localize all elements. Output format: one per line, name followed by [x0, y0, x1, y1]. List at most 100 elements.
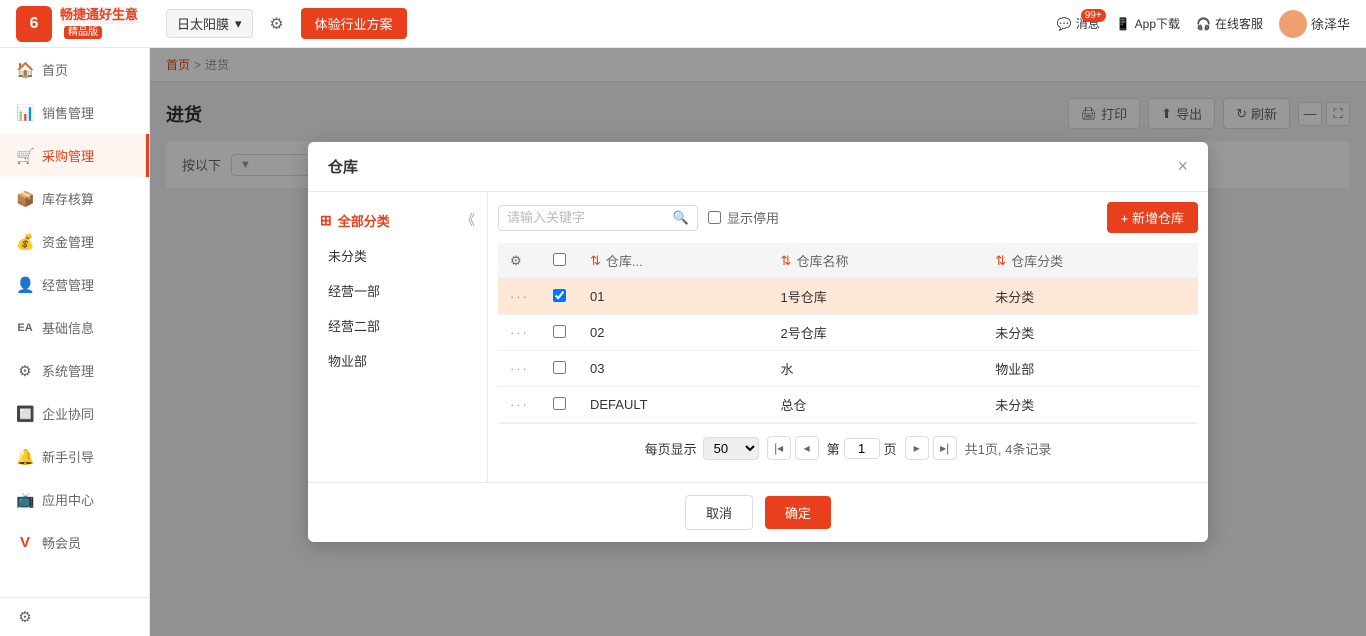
- sidebar-item-membership[interactable]: V 畅会员: [0, 521, 149, 564]
- logo-text: 畅捷通好生意 精品版: [60, 7, 138, 39]
- username: 徐泽华: [1311, 14, 1350, 33]
- next-page-button[interactable]: ▸: [905, 436, 929, 460]
- action-dots[interactable]: ···: [510, 361, 529, 376]
- search-box: 🔍: [498, 205, 698, 231]
- category-item-unclassified[interactable]: 未分类: [308, 238, 487, 273]
- category-item-operations2[interactable]: 经营二部: [308, 308, 487, 343]
- row-id: 01: [578, 279, 769, 315]
- app-download-button[interactable]: 📱 App下载: [1116, 15, 1180, 32]
- row-checkbox-cell: [541, 387, 578, 423]
- category-all-label: 全部分类: [338, 211, 390, 230]
- row-id: 02: [578, 315, 769, 351]
- dialog-header: 仓库 ×: [308, 142, 1208, 192]
- first-page-button[interactable]: |◂: [767, 436, 791, 460]
- category-item-operations1[interactable]: 经营一部: [308, 273, 487, 308]
- app-center-icon: 📺: [16, 491, 34, 509]
- online-service-button[interactable]: 🎧 在线客服: [1196, 15, 1263, 32]
- confirm-button[interactable]: 确定: [765, 496, 831, 529]
- row-id: 03: [578, 351, 769, 387]
- sort-name-icon: ⇅: [781, 253, 792, 269]
- sidebar-item-sales[interactable]: 📊 销售管理: [0, 91, 149, 134]
- row-action[interactable]: ···: [498, 315, 541, 351]
- prev-page-button[interactable]: ◂: [795, 436, 819, 460]
- row-id: DEFAULT: [578, 387, 769, 423]
- row-action[interactable]: ···: [498, 279, 541, 315]
- show-disabled-label[interactable]: 显示停用: [708, 208, 779, 227]
- page-total: 共1页, 4条记录: [965, 439, 1052, 458]
- sidebar-item-operations[interactable]: 👤 经营管理: [0, 263, 149, 306]
- sidebar-item-enterprise[interactable]: 🔲 企业协同: [0, 392, 149, 435]
- table-row[interactable]: ··· 03 水 物业部: [498, 351, 1198, 387]
- store-name: 日太阳膜: [177, 14, 229, 33]
- row-action[interactable]: ···: [498, 351, 541, 387]
- dialog-close-button[interactable]: ×: [1177, 156, 1188, 177]
- action-dots[interactable]: ···: [510, 289, 529, 304]
- row-checkbox-cell: [541, 279, 578, 315]
- sidebar-label-basic-info: 基础信息: [42, 318, 94, 337]
- sidebar-label-guide: 新手引导: [42, 447, 94, 466]
- table-row[interactable]: ··· DEFAULT 总仓 未分类: [498, 387, 1198, 423]
- search-input[interactable]: [507, 210, 667, 225]
- action-dots[interactable]: ···: [510, 397, 529, 412]
- content-toolbar: 🔍 显示停用 + 新增仓库: [498, 202, 1198, 233]
- sidebar-item-app-center[interactable]: 📺 应用中心: [0, 478, 149, 521]
- pagination: 每页显示 50 100 200 |◂ ◂: [498, 423, 1198, 472]
- add-warehouse-button[interactable]: + 新增仓库: [1107, 202, 1198, 233]
- sort-cat-icon: ⇅: [995, 253, 1006, 269]
- sidebar-settings-button[interactable]: ⚙: [0, 598, 149, 636]
- layout: 🏠 首页 📊 销售管理 🛒 采购管理 📦 库存核算 💰 资金管理 👤 经营管理 …: [0, 48, 1366, 636]
- sidebar-item-home[interactable]: 🏠 首页: [0, 48, 149, 91]
- category-all-button[interactable]: ⊞ 全部分类: [320, 211, 390, 230]
- row-checkbox[interactable]: [553, 361, 566, 374]
- user-menu[interactable]: 徐泽华: [1279, 10, 1350, 38]
- page-nav: |◂ ◂: [767, 436, 819, 460]
- search-icon[interactable]: 🔍: [673, 210, 689, 226]
- topbar-right: 💬 消息 99+ 📱 App下载 🎧 在线客服 徐泽华: [1057, 10, 1350, 38]
- last-page-button[interactable]: ▸|: [933, 436, 957, 460]
- th-num: ⇅ 仓库...: [578, 243, 769, 279]
- basic-info-icon: EA: [16, 322, 34, 334]
- sidebar-item-system[interactable]: ⚙ 系统管理: [0, 349, 149, 392]
- row-name: 1号仓库: [769, 279, 984, 315]
- operations-icon: 👤: [16, 276, 34, 294]
- category-collapse-button[interactable]: 《: [461, 210, 475, 230]
- sidebar-bottom: ⚙: [0, 597, 149, 636]
- warehouse-table: ⚙ ⇅ 仓库...: [498, 243, 1198, 423]
- cancel-button[interactable]: 取消: [685, 495, 753, 530]
- sidebar-item-basic-info[interactable]: EA 基础信息: [0, 306, 149, 349]
- row-checkbox[interactable]: [553, 397, 566, 410]
- page-size-dropdown[interactable]: 50 100 200: [703, 437, 759, 460]
- sidebar-label-membership: 畅会员: [42, 533, 81, 552]
- trial-button[interactable]: 体验行业方案: [301, 8, 407, 39]
- enterprise-icon: 🔲: [16, 405, 34, 423]
- category-item-property[interactable]: 物业部: [308, 343, 487, 378]
- sidebar-item-inventory[interactable]: 📦 库存核算: [0, 177, 149, 220]
- dialog-footer: 取消 确定: [308, 482, 1208, 542]
- store-selector[interactable]: 日太阳膜 ▾: [166, 9, 253, 38]
- sidebar-item-guide[interactable]: 🔔 新手引导: [0, 435, 149, 478]
- show-disabled-checkbox[interactable]: [708, 211, 721, 224]
- messages-button[interactable]: 💬 消息 99+: [1057, 15, 1100, 32]
- row-checkbox-cell: [541, 315, 578, 351]
- page-nav-next: ▸ ▸|: [905, 436, 957, 460]
- category-header: ⊞ 全部分类 《: [308, 202, 487, 238]
- row-checkbox[interactable]: [553, 325, 566, 338]
- row-action[interactable]: ···: [498, 387, 541, 423]
- guide-icon: 🔔: [16, 448, 34, 466]
- logo: 6 畅捷通好生意 精品版: [16, 6, 166, 42]
- row-name: 2号仓库: [769, 315, 984, 351]
- sidebar-label-app-center: 应用中心: [42, 490, 94, 509]
- th-gear: ⚙: [498, 243, 541, 279]
- settings-button[interactable]: ⚙: [261, 8, 293, 40]
- sidebar-label-operations: 经营管理: [42, 275, 94, 294]
- row-checkbox[interactable]: [553, 289, 566, 302]
- table-row[interactable]: ··· 01 1号仓库 未分类: [498, 279, 1198, 315]
- table-row[interactable]: ··· 02 2号仓库 未分类: [498, 315, 1198, 351]
- sidebar-item-purchase[interactable]: 🛒 采购管理: [0, 134, 149, 177]
- page-number-input[interactable]: [844, 438, 880, 459]
- sidebar-item-finance[interactable]: 💰 资金管理: [0, 220, 149, 263]
- content-panel: 🔍 显示停用 + 新增仓库 ⚙: [488, 192, 1208, 482]
- action-dots[interactable]: ···: [510, 325, 529, 340]
- select-all-checkbox[interactable]: [553, 253, 566, 266]
- row-category: 未分类: [983, 279, 1198, 315]
